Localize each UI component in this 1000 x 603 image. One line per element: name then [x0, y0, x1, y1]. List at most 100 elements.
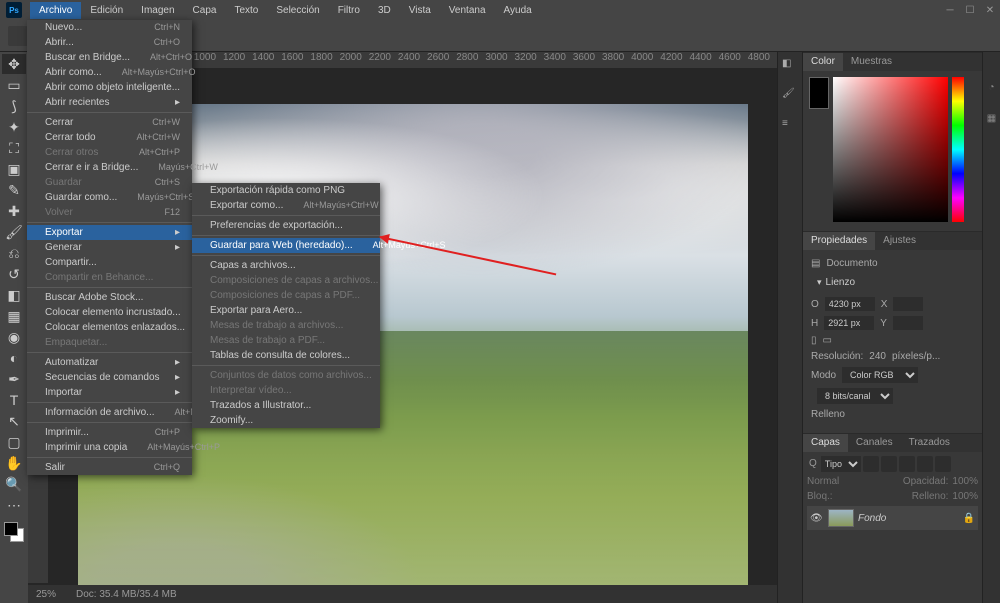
- paths-tab[interactable]: Trazados: [901, 434, 958, 452]
- depth-select[interactable]: 8 bits/canal: [817, 388, 893, 404]
- width-input[interactable]: [825, 297, 875, 311]
- brush-tool[interactable]: 🖌: [2, 222, 26, 242]
- orientation-landscape-icon[interactable]: ▭: [823, 335, 832, 346]
- menu-item[interactable]: Importar▸: [27, 385, 192, 400]
- stamp-tool[interactable]: ⎌: [2, 243, 26, 263]
- menu-item[interactable]: Preferencias de exportación...: [192, 218, 380, 233]
- filter-type-icon[interactable]: [899, 456, 915, 472]
- menu-item[interactable]: Abrir como...Alt+Mayús+Ctrl+O: [27, 65, 192, 80]
- crop-tool[interactable]: ⛶: [2, 138, 26, 158]
- menu-3d[interactable]: 3D: [369, 2, 400, 19]
- menu-item[interactable]: Generar▸: [27, 240, 192, 255]
- filter-adjust-icon[interactable]: [881, 456, 897, 472]
- menu-item[interactable]: Abrir recientes▸: [27, 95, 192, 110]
- menu-item[interactable]: Compartir...: [27, 255, 192, 270]
- learn-icon[interactable]: ◔: [988, 82, 994, 93]
- visibility-icon[interactable]: 👁: [810, 513, 824, 524]
- menu-selección[interactable]: Selección: [267, 2, 328, 19]
- menu-item[interactable]: Cerrar todoAlt+Ctrl+W: [27, 130, 192, 145]
- history-icon[interactable]: ◧: [782, 58, 798, 74]
- menu-ventana[interactable]: Ventana: [440, 2, 495, 19]
- lock-icon[interactable]: 🔒: [963, 513, 975, 524]
- menu-archivo[interactable]: Archivo: [30, 2, 81, 19]
- move-tool[interactable]: ✥: [2, 54, 26, 74]
- menu-item[interactable]: Zoomify...: [192, 413, 380, 428]
- menu-item[interactable]: Buscar en Bridge...Alt+Ctrl+O: [27, 50, 192, 65]
- hue-strip[interactable]: [952, 77, 964, 222]
- layer-row[interactable]: 👁 Fondo 🔒: [807, 506, 978, 530]
- wand-tool[interactable]: ✦: [2, 117, 26, 137]
- heal-tool[interactable]: ✚: [2, 201, 26, 221]
- channels-tab[interactable]: Canales: [848, 434, 901, 452]
- menu-item[interactable]: Colocar elemento incrustado...: [27, 305, 192, 320]
- edit-toolbar[interactable]: ⋯: [2, 495, 26, 515]
- history-brush-tool[interactable]: ↺: [2, 264, 26, 284]
- menu-item[interactable]: Imprimir una copiaAlt+Mayús+Ctrl+P: [27, 440, 192, 455]
- menu-capa[interactable]: Capa: [184, 2, 226, 19]
- filter-smart-icon[interactable]: [935, 456, 951, 472]
- menu-item[interactable]: Abrir como objeto inteligente...: [27, 80, 192, 95]
- menu-item[interactable]: Guardar como...Mayús+Ctrl+S: [27, 190, 192, 205]
- path-tool[interactable]: ↖: [2, 411, 26, 431]
- minimize-button[interactable]: ─: [940, 0, 960, 20]
- menu-item[interactable]: Cerrar e ir a Bridge...Mayús+Ctrl+W: [27, 160, 192, 175]
- menu-vista[interactable]: Vista: [400, 2, 440, 19]
- frame-tool[interactable]: ▣: [2, 159, 26, 179]
- gradient-tool[interactable]: ▦: [2, 306, 26, 326]
- adjustments-tab[interactable]: Ajustes: [875, 232, 924, 250]
- menu-item[interactable]: Abrir...Ctrl+O: [27, 35, 192, 50]
- tool-preset-icon[interactable]: [8, 26, 28, 46]
- hand-tool[interactable]: ✋: [2, 453, 26, 473]
- kind-filter-label[interactable]: Q: [807, 456, 819, 472]
- lasso-tool[interactable]: ⟆: [2, 96, 26, 116]
- menu-item[interactable]: Información de archivo...Alt+Mayús+Ctrl+…: [27, 405, 192, 420]
- menu-item[interactable]: CerrarCtrl+W: [27, 115, 192, 130]
- menu-item[interactable]: Exportación rápida como PNG: [192, 183, 380, 198]
- layers-tab[interactable]: Capas: [803, 434, 848, 452]
- menu-item[interactable]: Exportar como...Alt+Mayús+Ctrl+W: [192, 198, 380, 213]
- opacity-value[interactable]: 100%: [952, 476, 978, 487]
- libraries-icon[interactable]: ▦: [987, 113, 996, 124]
- type-tool[interactable]: T: [2, 390, 26, 410]
- canvas-section[interactable]: ▾ Lienzo: [811, 274, 974, 291]
- zoom-tool[interactable]: 🔍: [2, 474, 26, 494]
- menu-filtro[interactable]: Filtro: [329, 2, 369, 19]
- shape-tool[interactable]: ▢: [2, 432, 26, 452]
- menu-item[interactable]: Buscar Adobe Stock...: [27, 290, 192, 305]
- menu-imagen[interactable]: Imagen: [132, 2, 183, 19]
- x-input[interactable]: [893, 297, 923, 311]
- layer-name[interactable]: Fondo: [858, 513, 886, 524]
- eyedropper-tool[interactable]: ✎: [2, 180, 26, 200]
- menu-item[interactable]: Guardar para Web (heredado)...Alt+Mayús+…: [192, 238, 380, 253]
- filter-shape-icon[interactable]: [917, 456, 933, 472]
- menu-item[interactable]: Nuevo...Ctrl+N: [27, 20, 192, 35]
- foreground-color-swatch[interactable]: [4, 522, 18, 536]
- menu-item[interactable]: Capas a archivos...: [192, 258, 380, 273]
- filter-pixel-icon[interactable]: [863, 456, 879, 472]
- color-swatches[interactable]: [4, 522, 24, 542]
- color-result-swatch[interactable]: [809, 77, 829, 109]
- color-field[interactable]: [833, 77, 948, 222]
- menu-item[interactable]: Colocar elementos enlazados...: [27, 320, 192, 335]
- menu-ayuda[interactable]: Ayuda: [495, 2, 541, 19]
- properties-tab[interactable]: Propiedades: [803, 232, 875, 250]
- menu-edición[interactable]: Edición: [81, 2, 132, 19]
- menu-item[interactable]: Trazados a Illustrator...: [192, 398, 380, 413]
- kind-filter[interactable]: Tipo: [821, 456, 861, 472]
- color-tab[interactable]: Color: [803, 53, 843, 71]
- brush-icon[interactable]: 🖌: [782, 88, 798, 104]
- layer-thumbnail[interactable]: [828, 509, 854, 527]
- menu-item[interactable]: Exportar▸: [27, 225, 192, 240]
- menu-item[interactable]: Imprimir...Ctrl+P: [27, 425, 192, 440]
- maximize-button[interactable]: ☐: [960, 0, 980, 20]
- menu-item[interactable]: Secuencias de comandos▸: [27, 370, 192, 385]
- blur-tool[interactable]: ◉: [2, 327, 26, 347]
- marquee-tool[interactable]: ▭: [2, 75, 26, 95]
- menu-item[interactable]: Exportar para Aero...: [192, 303, 380, 318]
- y-input[interactable]: [893, 316, 923, 330]
- swatches-tab[interactable]: Muestras: [843, 53, 900, 71]
- menu-texto[interactable]: Texto: [225, 2, 267, 19]
- blend-mode[interactable]: Normal: [807, 476, 839, 487]
- zoom-level[interactable]: 25%: [36, 589, 56, 600]
- height-input[interactable]: [824, 316, 874, 330]
